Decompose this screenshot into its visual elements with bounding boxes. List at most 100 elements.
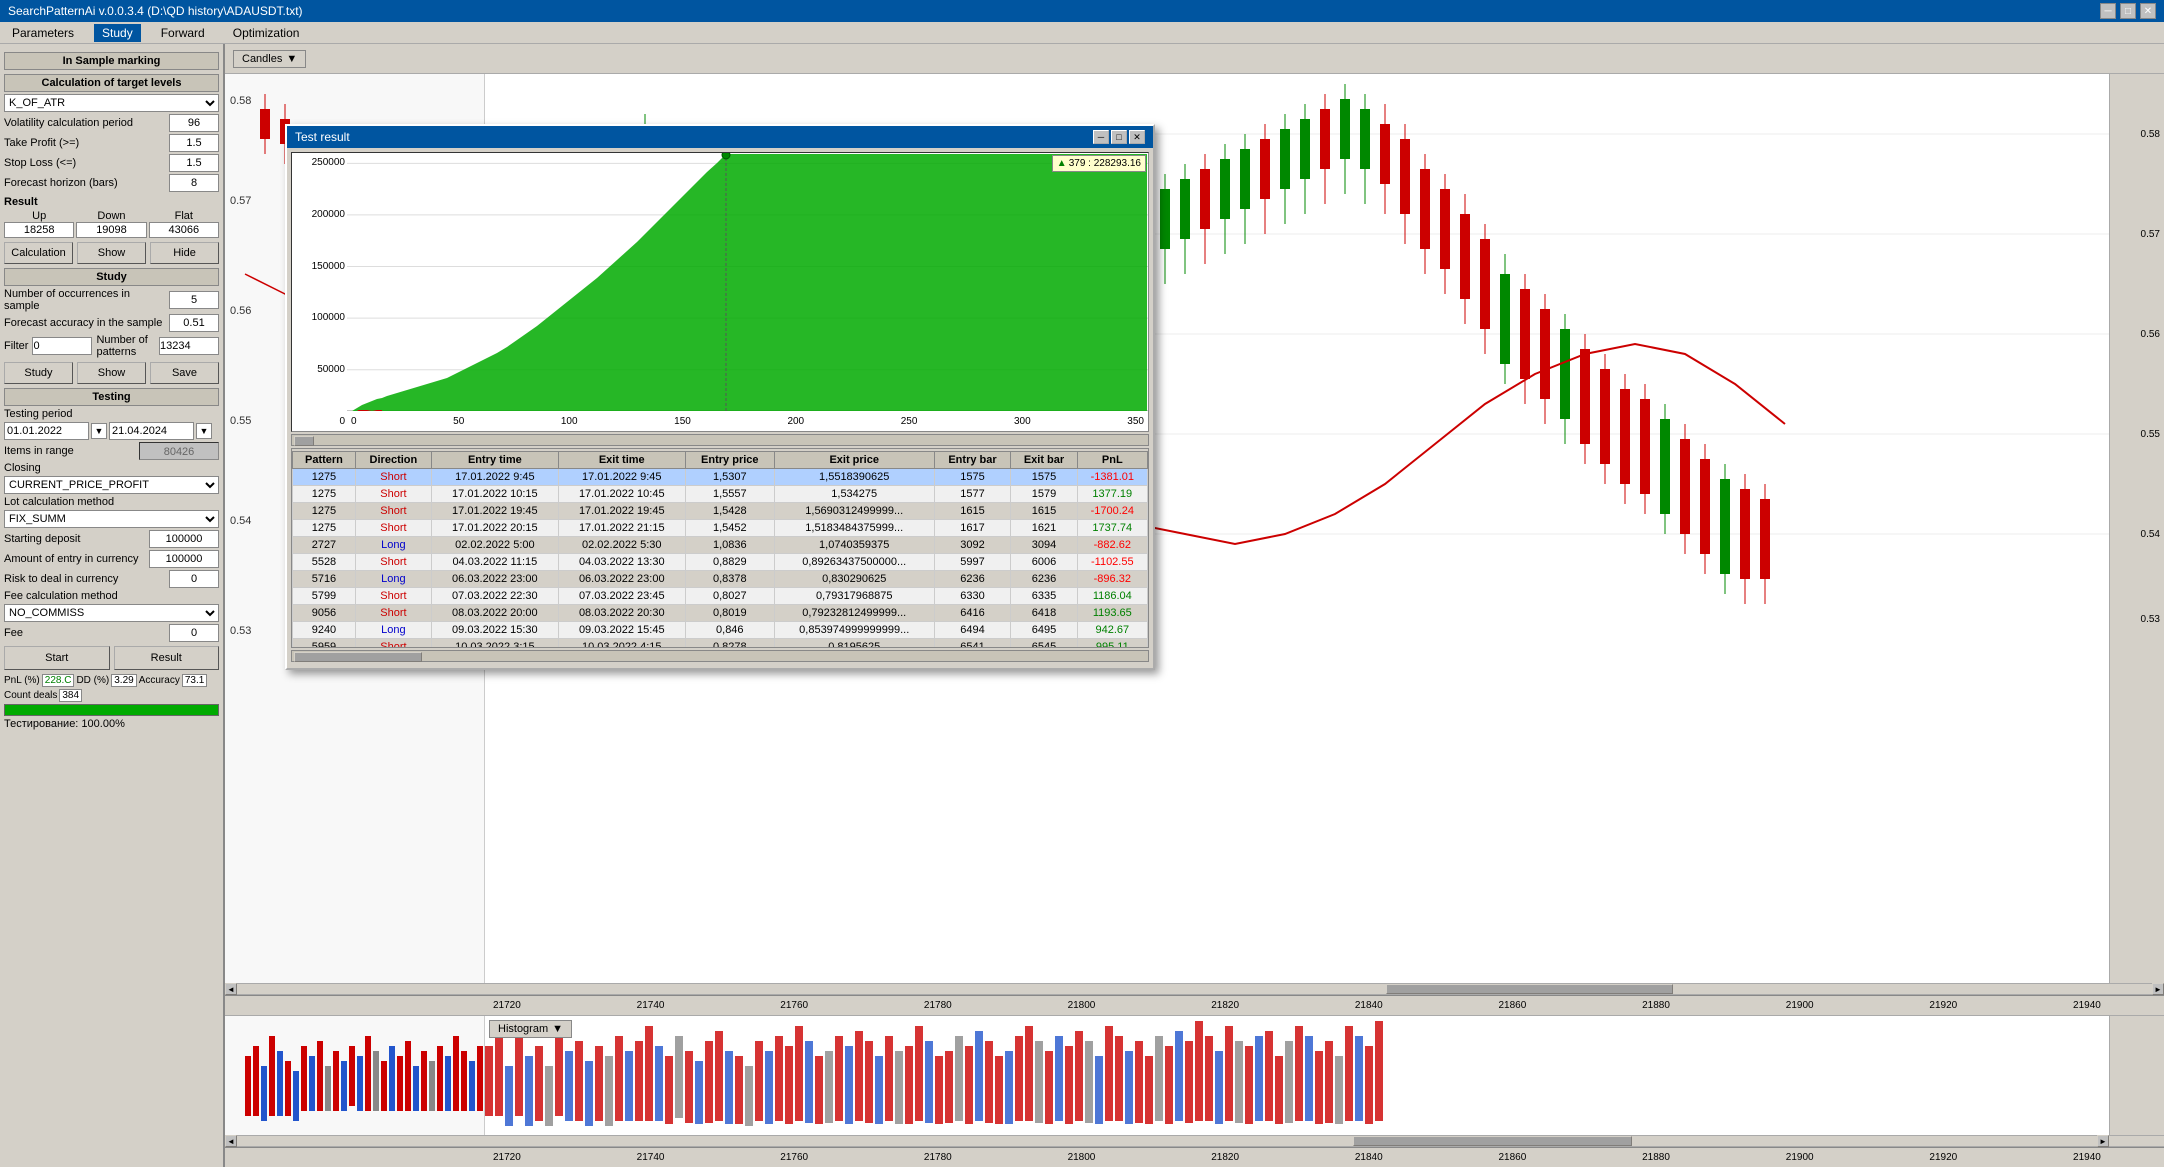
up-label: Up [4,210,74,222]
save-btn[interactable]: Save [150,362,219,384]
cell-pnl: -882.62 [1077,537,1147,554]
col-header-entry-time: Entry time [431,452,558,469]
hist-scroll-left-btn[interactable]: ◄ [225,1135,237,1147]
col-header-entry-price: Entry price [685,452,774,469]
cell-pattern: 2727 [293,537,356,554]
up-col: Up 18258 [4,210,74,238]
show-btn[interactable]: Show [77,242,146,264]
menu-optimization[interactable]: Optimization [225,24,308,42]
histogram-btn[interactable]: Histogram ▼ [489,1020,572,1038]
x-label-21900: 21900 [1786,1000,1814,1011]
scroll-right-btn[interactable]: ► [2152,983,2164,995]
cell-exit-bar: 1575 [1011,469,1077,486]
equity-scrollbar-thumb[interactable] [294,436,314,446]
date-to-picker[interactable]: ▼ [196,423,212,439]
menu-forward[interactable]: Forward [153,24,213,42]
cell-direction: Short [355,554,431,571]
cell-direction: Short [355,639,431,649]
filter-input[interactable] [32,337,92,355]
date-from-input[interactable] [4,422,89,440]
h-scrollbar-thumb[interactable] [1386,984,1673,994]
y-label-50000: 50000 [294,364,345,375]
cell-entry-bar: 6494 [934,622,1011,639]
cell-exit-time: 08.03.2022 20:30 [558,605,685,622]
accuracy-label: Forecast accuracy in the sample [4,317,167,329]
minimize-btn[interactable]: ─ [2100,3,2116,19]
calculation-btn[interactable]: Calculation [4,242,73,264]
scroll-left-btn[interactable]: ◄ [225,983,237,995]
modal-maximize-btn[interactable]: □ [1111,130,1127,144]
amount-input[interactable] [149,550,219,568]
hist-scrollbar-thumb[interactable] [1353,1136,1632,1146]
accuracy-input[interactable] [169,314,219,332]
take-profit-input[interactable] [169,134,219,152]
title-bar: SearchPatternAi v.0.0.3.4 (D:\QD history… [0,0,2164,22]
stop-loss-input[interactable] [169,154,219,172]
date-from-picker[interactable]: ▼ [91,423,107,439]
hide-btn[interactable]: Hide [150,242,219,264]
cell-exit-bar: 6335 [1011,588,1077,605]
calc-btn-row: Calculation Show Hide [4,242,219,264]
deposit-input[interactable] [149,530,219,548]
modal-minimize-btn[interactable]: ─ [1093,130,1109,144]
trades-table: Pattern Direction Entry time Exit time E… [292,451,1148,648]
candles-label: Candles [242,53,282,65]
x-label-21800: 21800 [1068,1000,1096,1011]
modal-controls: ─ □ ✕ [1093,130,1145,144]
hx-label-21820: 21820 [1211,1152,1239,1163]
menu-parameters[interactable]: Parameters [4,24,82,42]
start-btn[interactable]: Start [4,646,110,670]
col-header-exit-time: Exit time [558,452,685,469]
closing-select[interactable]: CURRENT_PRICE_PROFIT [4,476,219,494]
calc-method-select[interactable]: K_OF_ATR [4,94,219,112]
fee-method-row: Fee calculation method [4,590,219,602]
fee-input[interactable] [169,624,219,642]
occurrences-input[interactable] [169,291,219,309]
fee-method-select[interactable]: NO_COMMISS [4,604,219,622]
cell-entry-bar: 6541 [934,639,1011,649]
study-btn[interactable]: Study [4,362,73,384]
cell-entry-time: 02.02.2022 5:00 [431,537,558,554]
risk-input[interactable] [169,570,219,588]
close-btn[interactable]: ✕ [2140,3,2156,19]
modal-close-btn[interactable]: ✕ [1129,130,1145,144]
testing-period-label: Testing period [4,408,219,420]
histogram-x-axis: 21720 21740 21760 21780 21800 21820 2184… [225,1147,2164,1167]
cell-exit-bar: 6545 [1011,639,1077,649]
date-to-input[interactable] [109,422,194,440]
items-range-label: Items in range [4,445,137,457]
hist-scroll-right-btn[interactable]: ► [2097,1135,2109,1147]
table-row: 1275 Short 17.01.2022 10:15 17.01.2022 1… [293,486,1148,503]
show2-btn[interactable]: Show [77,362,146,384]
cell-pnl: -1102.55 [1077,554,1147,571]
histogram-area: Histogram ▼ [225,1015,2164,1135]
cell-pattern: 1275 [293,520,356,537]
cell-entry-time: 08.03.2022 20:00 [431,605,558,622]
items-range-value: 80426 [139,442,219,460]
cell-entry-bar: 6416 [934,605,1011,622]
menu-study[interactable]: Study [94,24,141,42]
svg-text:0.58: 0.58 [230,95,251,107]
ex-label-150: 150 [674,416,691,427]
cell-exit-time: 17.01.2022 19:45 [558,503,685,520]
x-label-21920: 21920 [1929,1000,1957,1011]
cell-exit-time: 09.03.2022 15:45 [558,622,685,639]
cell-pnl: 1186.04 [1077,588,1147,605]
accuracy2-label: Accuracy [139,675,180,686]
dd-label: DD (%) [76,675,109,686]
price-0.56: 0.56 [2141,329,2160,340]
patterns-input[interactable] [159,337,219,355]
forecast-input[interactable] [169,174,219,192]
lot-method-select[interactable]: FIX_SUMM [4,510,219,528]
result-btn[interactable]: Result [114,646,220,670]
trades-table-container[interactable]: Pattern Direction Entry time Exit time E… [291,448,1149,648]
table-row: 5528 Short 04.03.2022 11:15 04.03.2022 1… [293,554,1148,571]
cell-pattern: 1275 [293,503,356,520]
pnl-label: PnL (%) [4,675,40,686]
table-scrollbar-thumb[interactable] [294,652,422,662]
volatility-input[interactable] [169,114,219,132]
maximize-btn[interactable]: □ [2120,3,2136,19]
svg-text:0.55: 0.55 [230,415,251,427]
candles-button[interactable]: Candles ▼ [233,50,306,68]
cell-entry-bar: 1575 [934,469,1011,486]
